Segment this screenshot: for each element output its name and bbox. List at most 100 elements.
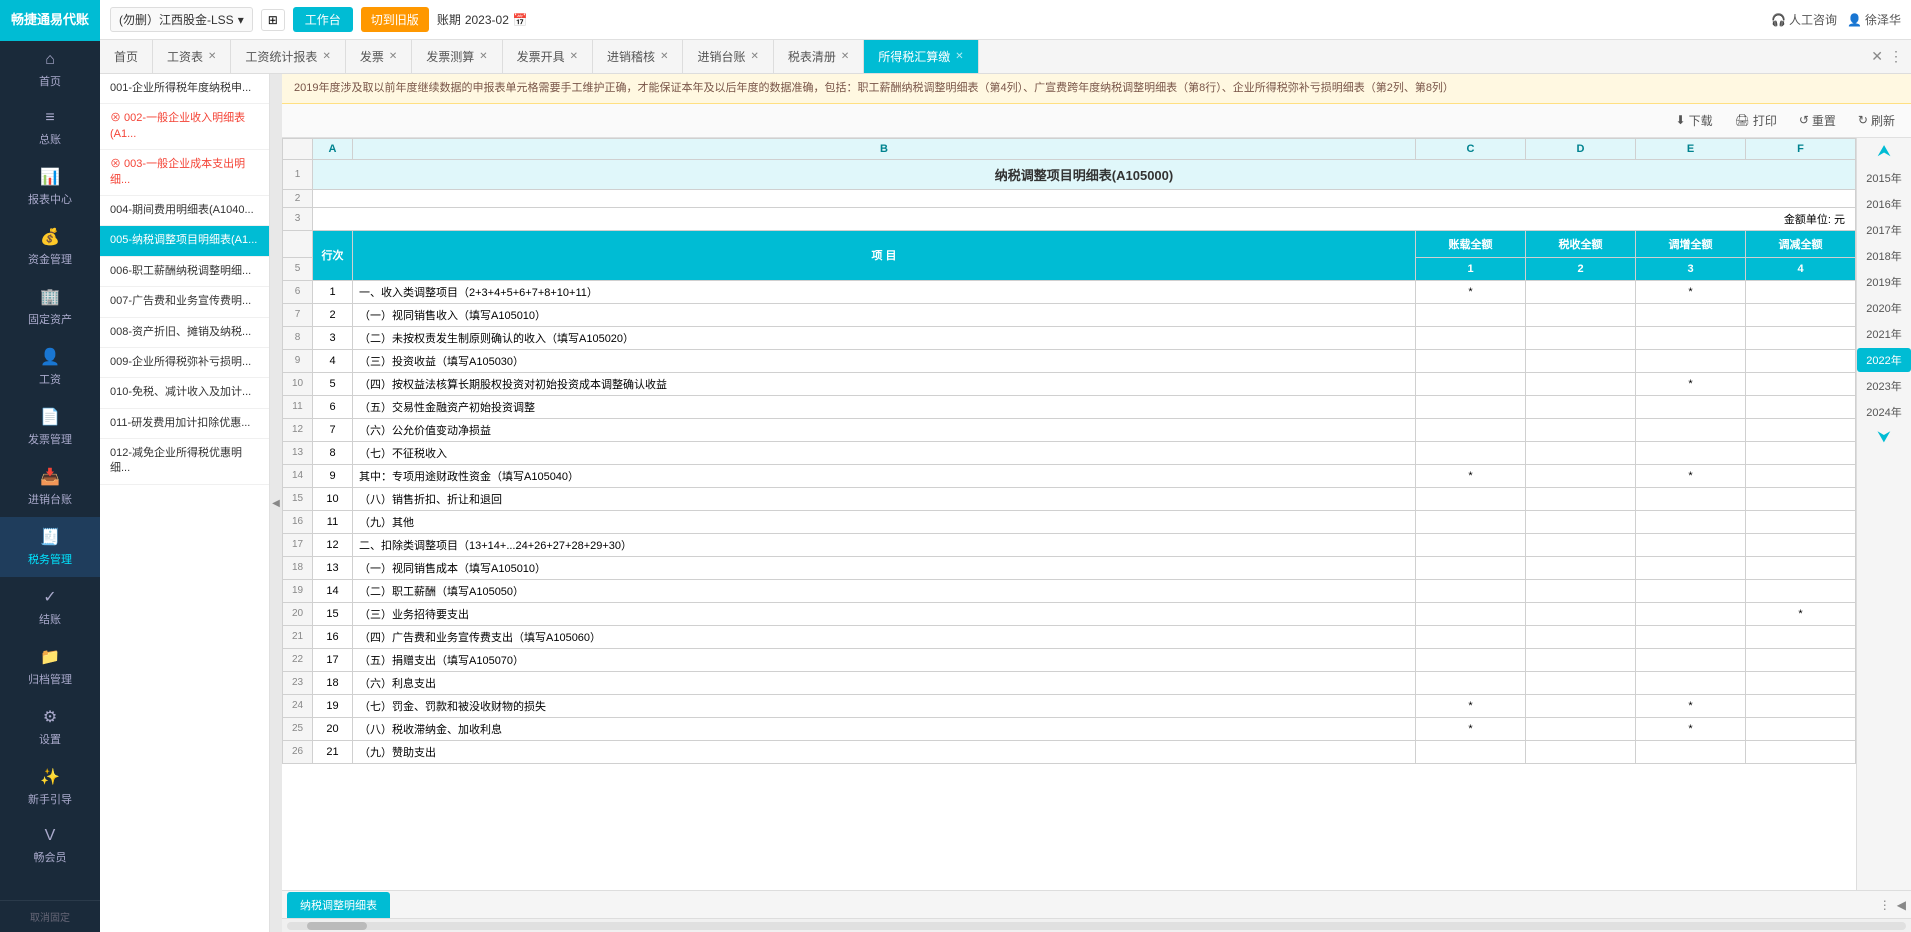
tab-close-invoice-calc[interactable]: ✕ xyxy=(479,51,487,62)
hangci-cell[interactable]: 17 xyxy=(313,648,353,671)
left-panel-item-tax-reduction[interactable]: 012-减免企业所得税优惠明细... xyxy=(100,439,269,485)
workbench-btn[interactable]: 工作台 xyxy=(293,7,353,32)
v4-cell[interactable] xyxy=(1746,418,1856,441)
v1-cell[interactable] xyxy=(1416,602,1526,625)
left-panel-item-corp-tax[interactable]: 001-企业所得税年度纳税申... xyxy=(100,74,269,104)
hangci-cell[interactable]: 19 xyxy=(313,694,353,717)
tab-close-purchase-check[interactable]: ✕ xyxy=(660,51,668,62)
v1-cell[interactable] xyxy=(1416,510,1526,533)
xiangmu-cell[interactable]: （四）广告费和业务宣传费支出（填写A105060） xyxy=(353,625,1416,648)
v2-cell[interactable] xyxy=(1526,740,1636,763)
v3-cell[interactable] xyxy=(1636,533,1746,556)
tab-menu-icon[interactable]: ⋮ xyxy=(1889,48,1903,65)
v4-cell[interactable]: * xyxy=(1746,602,1856,625)
v1-cell[interactable] xyxy=(1416,487,1526,510)
left-panel-item-exemption[interactable]: 010-免税、减计收入及加计... xyxy=(100,378,269,408)
tab-invoice[interactable]: 发票✕ xyxy=(346,40,412,73)
v1-cell[interactable] xyxy=(1416,395,1526,418)
v3-cell[interactable]: * xyxy=(1636,717,1746,740)
hangci-cell[interactable]: 21 xyxy=(313,740,353,763)
period-calendar-icon[interactable]: 📅 xyxy=(513,13,528,27)
v2-cell[interactable] xyxy=(1526,602,1636,625)
v3-cell[interactable] xyxy=(1636,349,1746,372)
v4-cell[interactable] xyxy=(1746,533,1856,556)
v4-cell[interactable] xyxy=(1746,303,1856,326)
v1-cell[interactable] xyxy=(1416,533,1526,556)
v4-cell[interactable] xyxy=(1746,717,1856,740)
hangci-cell[interactable]: 11 xyxy=(313,510,353,533)
v3-cell[interactable] xyxy=(1636,740,1746,763)
v2-cell[interactable] xyxy=(1526,372,1636,395)
v4-cell[interactable] xyxy=(1746,349,1856,372)
v4-cell[interactable] xyxy=(1746,579,1856,602)
v4-cell[interactable] xyxy=(1746,441,1856,464)
left-panel-item-ad-expense[interactable]: 007-广告费和业务宣传费明... xyxy=(100,287,269,317)
print-btn[interactable]: 🖨 打印 xyxy=(1729,109,1783,132)
tab-close-invoice[interactable]: ✕ xyxy=(389,51,397,62)
v2-cell[interactable] xyxy=(1526,303,1636,326)
v3-cell[interactable] xyxy=(1636,326,1746,349)
v3-cell[interactable]: * xyxy=(1636,464,1746,487)
xiangmu-cell[interactable]: （七）罚金、罚款和被没收财物的损失 xyxy=(353,694,1416,717)
v1-cell[interactable] xyxy=(1416,648,1526,671)
left-panel-item-period-expense[interactable]: 004-期间费用明细表(A1040... xyxy=(100,196,269,226)
v1-cell[interactable]: * xyxy=(1416,717,1526,740)
v1-cell[interactable] xyxy=(1416,349,1526,372)
hangci-cell[interactable]: 1 xyxy=(313,280,353,303)
v3-cell[interactable] xyxy=(1636,441,1746,464)
hangci-cell[interactable]: 16 xyxy=(313,625,353,648)
sidebar-item-fixed-asset[interactable]: 🏢固定资产 xyxy=(0,277,100,337)
v1-cell[interactable]: * xyxy=(1416,280,1526,303)
left-panel-collapse-btn[interactable]: ◀ xyxy=(270,74,282,932)
left-panel-item-rd-expense[interactable]: 011-研发费用加计扣除优惠... xyxy=(100,409,269,439)
tab-close-all-icon[interactable]: ✕ xyxy=(1871,48,1883,65)
v3-cell[interactable] xyxy=(1636,510,1746,533)
hangci-cell[interactable]: 14 xyxy=(313,579,353,602)
v3-cell[interactable] xyxy=(1636,418,1746,441)
company-selector[interactable]: (勿删）江西股金-LSS ▾ xyxy=(110,7,253,32)
v3-cell[interactable] xyxy=(1636,648,1746,671)
hangci-cell[interactable]: 9 xyxy=(313,464,353,487)
v2-cell[interactable] xyxy=(1526,510,1636,533)
v3-cell[interactable] xyxy=(1636,303,1746,326)
hangci-cell[interactable]: 10 xyxy=(313,487,353,510)
v4-cell[interactable] xyxy=(1746,740,1856,763)
xiangmu-cell[interactable]: 一、收入类调整项目（2+3+4+5+6+7+8+10+11） xyxy=(353,280,1416,303)
v4-cell[interactable] xyxy=(1746,464,1856,487)
reset-btn[interactable]: ↺ 重置 xyxy=(1793,109,1842,132)
bottom-tab-纳税调整明细表[interactable]: 纳税调整明细表 xyxy=(287,892,390,918)
tab-purchase-ledger[interactable]: 进销台账✕ xyxy=(683,40,773,73)
v2-cell[interactable] xyxy=(1526,326,1636,349)
tab-close-invoice-open[interactable]: ✕ xyxy=(570,51,578,62)
v1-cell[interactable] xyxy=(1416,418,1526,441)
refresh-btn[interactable]: ↻ 刷新 xyxy=(1852,109,1901,132)
year-btn-2023[interactable]: 2023年 xyxy=(1857,374,1911,398)
year-btn-2020[interactable]: 2020年 xyxy=(1857,296,1911,320)
v3-cell[interactable] xyxy=(1636,579,1746,602)
tab-tax-clear[interactable]: 税表清册✕ xyxy=(774,40,864,73)
sidebar-item-invoice-mgmt[interactable]: 📄发票管理 xyxy=(0,397,100,457)
xiangmu-cell[interactable]: 其中：专项用途财政性资金（填写A105040） xyxy=(353,464,1416,487)
hangci-cell[interactable]: 18 xyxy=(313,671,353,694)
left-panel-item-corp-cost[interactable]: ⊗ 003-一般企业成本支出明细... xyxy=(100,150,269,196)
left-panel-item-corp-income[interactable]: ⊗ 002-一般企业收入明细表(A1... xyxy=(100,104,269,150)
sidebar-item-asset-mgmt[interactable]: 💰资金管理 xyxy=(0,217,100,277)
xiangmu-cell[interactable]: 二、扣除类调整项目（13+14+...24+26+27+28+29+30） xyxy=(353,533,1416,556)
sidebar-item-tax-mgmt[interactable]: 🧾税务管理 xyxy=(0,517,100,577)
xiangmu-cell[interactable]: （五）捐赠支出（填写A105070） xyxy=(353,648,1416,671)
v4-cell[interactable] xyxy=(1746,510,1856,533)
v2-cell[interactable] xyxy=(1526,349,1636,372)
hangci-cell[interactable]: 12 xyxy=(313,533,353,556)
xiangmu-cell[interactable]: （一）视同销售成本（填写A105010） xyxy=(353,556,1416,579)
xiangmu-cell[interactable]: （四）按权益法核算长期股权投资对初始投资成本调整确认收益 xyxy=(353,372,1416,395)
v1-cell[interactable] xyxy=(1416,556,1526,579)
sidebar-item-closing[interactable]: ✓结账 xyxy=(0,577,100,637)
v2-cell[interactable] xyxy=(1526,464,1636,487)
tab-payroll[interactable]: 工资表✕ xyxy=(153,40,231,73)
v4-cell[interactable] xyxy=(1746,625,1856,648)
hangci-cell[interactable]: 20 xyxy=(313,717,353,740)
v4-cell[interactable] xyxy=(1746,648,1856,671)
left-panel-item-tax-refund[interactable]: 009-企业所得税弥补亏损明... xyxy=(100,348,269,378)
v3-cell[interactable]: * xyxy=(1636,372,1746,395)
v3-cell[interactable] xyxy=(1636,395,1746,418)
